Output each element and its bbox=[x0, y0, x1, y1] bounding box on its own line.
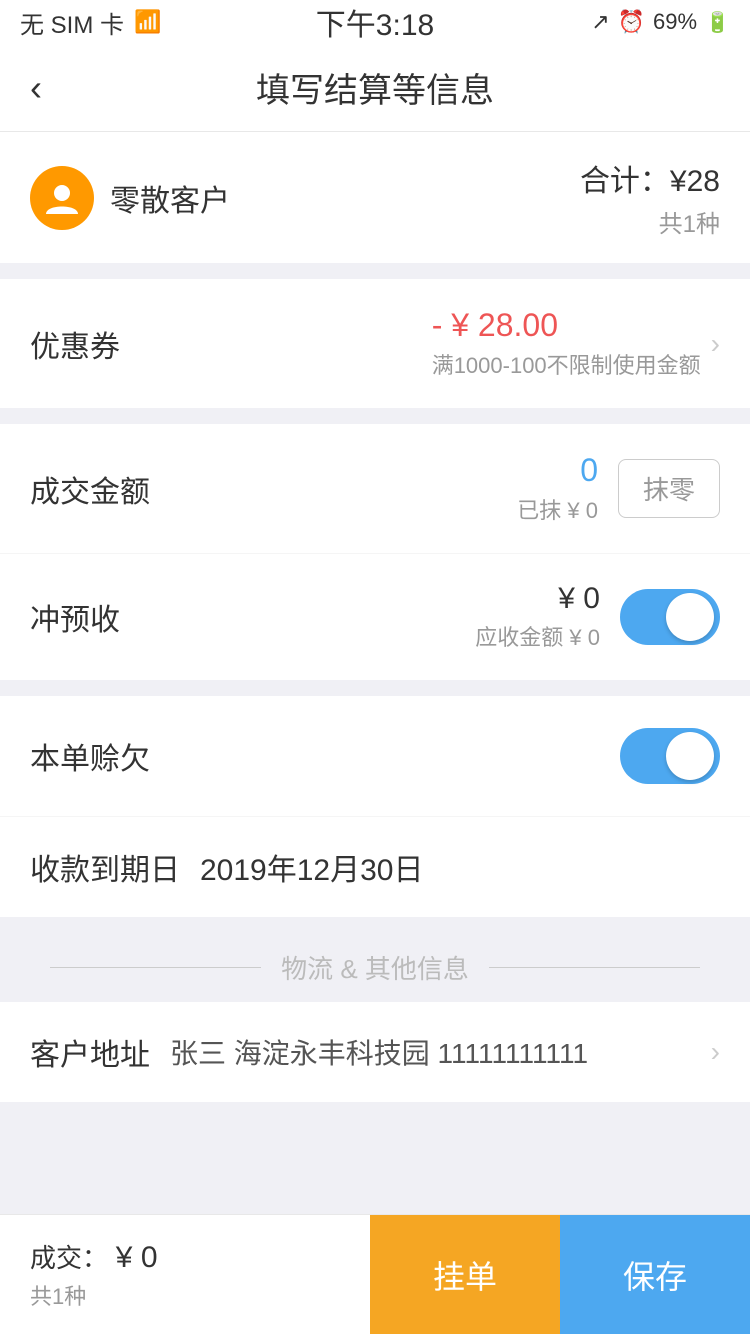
bottom-deal-label: 成交： bbox=[30, 1243, 108, 1273]
prepaid-amount: ¥ 0 bbox=[475, 582, 600, 616]
address-value: 张三 海淀永丰科技园 11111111111 bbox=[170, 1032, 711, 1072]
customer-avatar bbox=[30, 166, 94, 230]
page-title: 填写结算等信息 bbox=[256, 63, 494, 112]
divider-line-right bbox=[489, 967, 700, 968]
prepaid-row: 冲预收 ¥ 0 应收金额 ¥ 0 bbox=[0, 554, 750, 680]
logistics-divider-text: 物流 & 其他信息 bbox=[281, 949, 469, 986]
carrier-text: 无 SIM 卡 bbox=[20, 5, 124, 40]
deal-amount-label: 成交金额 bbox=[30, 467, 150, 511]
coupon-info: - ¥ 28.00 满1000-100不限制使用金额 bbox=[432, 307, 701, 380]
due-date-row: 收款到期日 2019年12月30日 bbox=[0, 817, 750, 917]
transaction-section: 成交金额 0 已抹 ¥ 0 抹零 冲预收 ¥ 0 应收金额 ¥ 0 bbox=[0, 424, 750, 680]
coupon-amount: - ¥ 28.00 bbox=[432, 307, 701, 344]
back-button[interactable]: ‹ bbox=[30, 67, 42, 109]
credit-label: 本单赊欠 bbox=[30, 734, 150, 778]
customer-count: 共1种 bbox=[580, 204, 720, 239]
address-label: 客户地址 bbox=[30, 1030, 150, 1074]
main-content: 零散客户 合计：¥28 共1种 优惠券 - ¥ 28.00 满1000-100不… bbox=[0, 132, 750, 1248]
address-section[interactable]: 客户地址 张三 海淀永丰科技园 11111111111 › bbox=[0, 1002, 750, 1102]
coupon-label: 优惠券 bbox=[30, 322, 120, 366]
prepaid-values: ¥ 0 应收金额 ¥ 0 bbox=[475, 582, 600, 652]
due-date-value: 2019年12月30日 bbox=[200, 845, 423, 889]
round-zero-button[interactable]: 抹零 bbox=[618, 459, 720, 518]
hold-button[interactable]: 挂单 bbox=[370, 1215, 560, 1334]
bottom-bar: 成交： ¥ 0 共1种 挂单 保存 bbox=[0, 1214, 750, 1334]
save-button[interactable]: 保存 bbox=[560, 1215, 750, 1334]
prepaid-sub: 应收金额 ¥ 0 bbox=[475, 620, 600, 652]
deal-amount-row: 成交金额 0 已抹 ¥ 0 抹零 bbox=[0, 424, 750, 554]
deal-amount-value: 0 bbox=[580, 452, 598, 488]
deal-amount-right: 0 已抹 ¥ 0 抹零 bbox=[517, 452, 720, 525]
status-left: 无 SIM 卡 📶 bbox=[20, 5, 161, 40]
status-bar: 无 SIM 卡 📶 下午3:18 ↗ ⏰ 69% 🔋 bbox=[0, 0, 750, 44]
deal-amount-sub: 已抹 ¥ 0 bbox=[517, 493, 598, 525]
customer-right: 合计：¥28 共1种 bbox=[580, 156, 720, 239]
bottom-info: 成交： ¥ 0 共1种 bbox=[0, 1215, 370, 1334]
due-date-label: 收款到期日 bbox=[30, 845, 180, 889]
credit-toggle[interactable] bbox=[620, 728, 720, 784]
address-row: 客户地址 张三 海淀永丰科技园 11111111111 › bbox=[0, 1002, 750, 1102]
credit-row: 本单赊欠 bbox=[0, 696, 750, 817]
prepaid-right: ¥ 0 应收金额 ¥ 0 bbox=[475, 582, 720, 652]
coupon-desc: 满1000-100不限制使用金额 bbox=[432, 348, 701, 380]
prepaid-toggle[interactable] bbox=[620, 589, 720, 645]
coupon-arrow-icon: › bbox=[711, 328, 720, 360]
status-time: 下午3:18 bbox=[316, 0, 434, 44]
customer-section: 零散客户 合计：¥28 共1种 bbox=[0, 132, 750, 263]
bottom-deal-line: 成交： ¥ 0 bbox=[30, 1238, 340, 1275]
divider-line-left bbox=[50, 967, 261, 968]
customer-name: 零散客户 bbox=[110, 176, 230, 220]
status-right: ↗ ⏰ 69% 🔋 bbox=[591, 9, 730, 35]
customer-total: 合计：¥28 bbox=[580, 156, 720, 200]
credit-toggle-knob bbox=[666, 732, 714, 780]
logistics-divider: 物流 & 其他信息 bbox=[0, 933, 750, 1002]
battery-text: 69% bbox=[653, 9, 697, 35]
coupon-section[interactable]: 优惠券 - ¥ 28.00 满1000-100不限制使用金额 › bbox=[0, 279, 750, 408]
location-icon: ↗ bbox=[591, 9, 609, 35]
address-arrow-icon: › bbox=[711, 1036, 720, 1068]
alarm-icon: ⏰ bbox=[618, 9, 645, 35]
battery-icon: 🔋 bbox=[705, 10, 730, 35]
nav-bar: ‹ 填写结算等信息 bbox=[0, 44, 750, 132]
prepaid-label: 冲预收 bbox=[30, 595, 120, 639]
wifi-icon: 📶 bbox=[134, 9, 161, 35]
toggle-knob bbox=[666, 593, 714, 641]
coupon-right: - ¥ 28.00 满1000-100不限制使用金额 › bbox=[432, 307, 720, 380]
customer-left: 零散客户 bbox=[30, 166, 230, 230]
credit-section: 本单赊欠 收款到期日 2019年12月30日 bbox=[0, 696, 750, 917]
bottom-amount: ¥ 0 bbox=[116, 1241, 158, 1274]
deal-amount-info: 0 已抹 ¥ 0 bbox=[517, 452, 598, 525]
bottom-count: 共1种 bbox=[30, 1279, 340, 1311]
